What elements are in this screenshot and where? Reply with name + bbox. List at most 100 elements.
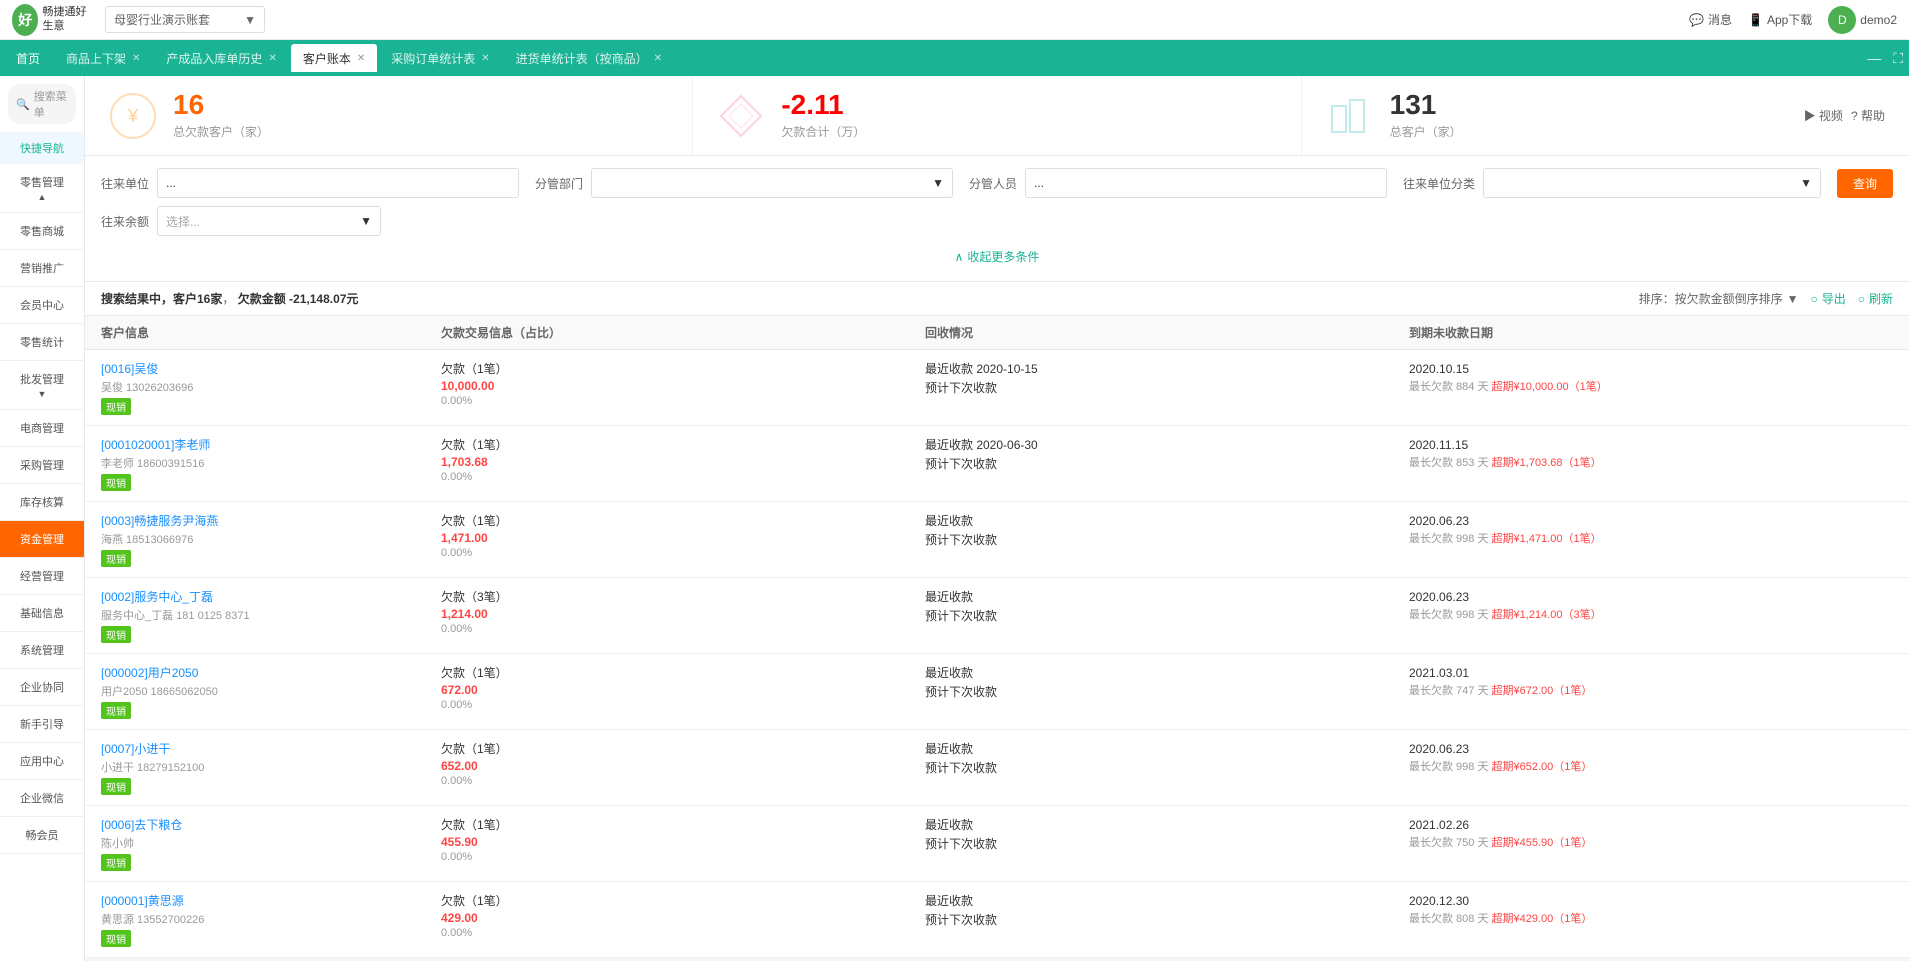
help-button[interactable]: ? 帮助 [1851, 107, 1885, 124]
sidebar-item-system[interactable]: 系统管理 [0, 632, 84, 669]
tab-accounts-close[interactable]: ✕ [357, 53, 365, 64]
sidebar-item-new-guide[interactable]: 新手引导 [0, 706, 84, 743]
sidebar-batch-mgmt-label: 批发管理 [20, 371, 64, 387]
sort-selector[interactable]: 排序：按欠款金额倒序排序 ▼ [1639, 290, 1799, 307]
sidebar-search-box[interactable]: 🔍 搜索菜单 [8, 84, 76, 124]
recent-collection-6: 最近收款 [925, 816, 1409, 835]
search-button[interactable]: 查询 [1837, 169, 1893, 198]
tab-minimize-button[interactable]: — [1865, 48, 1883, 68]
dept-select[interactable]: ▼ [591, 168, 953, 198]
overdue-link-3[interactable]: 超期¥1,214.00（3笔） [1492, 609, 1602, 621]
customer-tag-6: 现销 [101, 854, 131, 871]
customer-name-0[interactable]: [0016]吴俊 [101, 360, 441, 377]
sidebar-enterprise-collab-label: 企业协同 [20, 682, 64, 694]
overdue-link-4[interactable]: 超期¥672.00（1笔） [1492, 685, 1593, 697]
sidebar-search-area: 🔍 搜索菜单 [0, 76, 84, 132]
sidebar-item-enterprise-collab[interactable]: 企业协同 [0, 669, 84, 706]
app-name: 畅捷通好生意 [42, 6, 97, 32]
app-selector[interactable]: 母婴行业演示账套 ▼ [105, 6, 265, 33]
stat-label-1: 总欠款客户（家） [173, 123, 269, 140]
overdue-days-2: 最长欠款 998 天 超期¥1,471.00（1笔） [1409, 531, 1893, 549]
person-input[interactable]: ... [1025, 168, 1387, 198]
view-button[interactable]: ▶ 视频 [1804, 107, 1843, 124]
customer-name-1[interactable]: [0001020001]李老师 [101, 436, 441, 453]
overdue-days-3: 最长欠款 998 天 超期¥1,214.00（3笔） [1409, 607, 1893, 625]
app-download-button[interactable]: 📱 App下载 [1748, 11, 1812, 28]
message-button[interactable]: 💬 消息 [1689, 11, 1732, 28]
sidebar-item-purchase-mgmt[interactable]: 采购管理 [0, 447, 84, 484]
overdue-link-5[interactable]: 超期¥652.00（1笔） [1492, 761, 1593, 773]
sidebar-member-vip-label: 畅会员 [26, 830, 59, 842]
customer-name-6[interactable]: [0006]去下粮仓 [101, 816, 441, 833]
message-icon: 💬 [1689, 13, 1704, 27]
tab-products[interactable]: 商品上下架 ✕ [54, 44, 152, 72]
collection-info-3: 最近收款 预计下次收款 [925, 588, 1409, 626]
sidebar-item-member[interactable]: 会员中心 [0, 287, 84, 324]
sidebar-item-enterprise-wx[interactable]: 企业微信 [0, 780, 84, 817]
tab-history[interactable]: 产成品入库单历史 ✕ [154, 44, 288, 72]
stat-value-1: 16 [173, 91, 269, 119]
sidebar-operations-label: 经营管理 [20, 571, 64, 583]
user-area[interactable]: D demo2 [1828, 6, 1897, 34]
source-unit-input[interactable]: ... [157, 168, 519, 198]
tab-products-close[interactable]: ✕ [132, 53, 140, 64]
sidebar-item-app-center[interactable]: 应用中心 [0, 743, 84, 780]
overdue-link-6[interactable]: 超期¥455.90（1笔） [1492, 837, 1593, 849]
sidebar-item-retail-store[interactable]: 零售商城 [0, 213, 84, 250]
dept-arrow: ▼ [932, 176, 944, 190]
sidebar-quick-nav[interactable]: 快捷导航 [0, 132, 84, 164]
tab-inventory[interactable]: 进货单统计表（按商品） ✕ [504, 44, 674, 72]
tab-purchase[interactable]: 采购订单统计表 ✕ [379, 44, 501, 72]
top-right: 💬 消息 📱 App下载 D demo2 [1689, 6, 1897, 34]
customer-name-7[interactable]: [000001]黄思源 [101, 892, 441, 909]
collapse-button[interactable]: ∧ 收起更多条件 [101, 244, 1893, 269]
overdue-link-0[interactable]: 超期¥10,000.00（1笔） [1492, 381, 1608, 393]
sidebar-item-inventory-check[interactable]: 库存核算 [0, 484, 84, 521]
stat-info-3: 131 总客户（家） [1390, 91, 1462, 140]
sidebar-item-basic-info[interactable]: 基础信息 [0, 595, 84, 632]
sidebar-retail-store-label: 零售商城 [20, 226, 64, 238]
table-row: [0006]去下粮仓 陈小帅 现销 欠款（1笔） 455.90 0.00% 最近… [85, 806, 1909, 882]
sidebar-item-member-vip[interactable]: 畅会员 [0, 817, 84, 854]
table-row: [0016]吴俊 吴俊 13026203696 现销 欠款（1笔） 10,000… [85, 350, 1909, 426]
customer-name-4[interactable]: [000002]用户2050 [101, 664, 441, 681]
overdue-link-7[interactable]: 超期¥429.00（1笔） [1492, 913, 1593, 925]
sidebar-item-operations[interactable]: 经营管理 [0, 558, 84, 595]
overdue-link-1[interactable]: 超期¥1,703.68（1笔） [1492, 457, 1602, 469]
refresh-button[interactable]: ○ 刷新 [1858, 290, 1893, 307]
sidebar-item-ecommerce[interactable]: 电商管理 [0, 410, 84, 447]
tab-purchase-close[interactable]: ✕ [481, 53, 489, 64]
customer-name-2[interactable]: [0003]畅捷服务尹海燕 [101, 512, 441, 529]
tab-accounts[interactable]: 客户账本 ✕ [291, 44, 377, 72]
sidebar-item-batch-mgmt[interactable]: 批发管理 ▼ [0, 361, 84, 410]
export-button[interactable]: ○ 导出 [1810, 290, 1845, 307]
due-info-4: 2021.03.01 最长欠款 747 天 超期¥672.00（1笔） [1409, 664, 1893, 701]
customer-name-5[interactable]: [0007]小进干 [101, 740, 441, 757]
customer-sub-6: 陈小帅 [101, 835, 441, 851]
customer-name-3[interactable]: [0002]服务中心_丁磊 [101, 588, 441, 605]
industry-label: 母婴行业演示账套 [114, 11, 210, 28]
collapse-label: 收起更多条件 [967, 248, 1039, 265]
balance-select[interactable]: 选择... ▼ [157, 206, 381, 236]
tab-maximize-button[interactable]: ⛶ [1891, 48, 1905, 69]
sidebar-item-retail-mgmt[interactable]: 零售管理 ▲ [0, 164, 84, 213]
debt-amount-0: 10,000.00 [441, 379, 925, 393]
unit-type-select[interactable]: ▼ [1483, 168, 1821, 198]
debt-count-0: 欠款（1笔） [441, 360, 925, 377]
tab-products-label: 商品上下架 [66, 50, 126, 67]
sidebar-item-retail-stats[interactable]: 零售统计 [0, 324, 84, 361]
collapse-icon: ∧ [955, 250, 964, 264]
next-collection-4: 预计下次收款 [925, 683, 1409, 702]
due-date-1: 2020.11.15 [1409, 436, 1893, 455]
customer-sub-3: 服务中心_丁磊 181 0125 8371 [101, 607, 441, 623]
tab-inventory-close[interactable]: ✕ [654, 53, 662, 64]
tab-history-close[interactable]: ✕ [268, 53, 276, 64]
sidebar-item-finance[interactable]: 资金管理 [0, 521, 84, 558]
filter-unit-type: 往来单位分类 ▼ [1403, 168, 1821, 198]
due-date-2: 2020.06.23 [1409, 512, 1893, 531]
overdue-link-2[interactable]: 超期¥1,471.00（1笔） [1492, 533, 1602, 545]
tab-home[interactable]: 首页 [4, 44, 52, 72]
sidebar-item-marketing[interactable]: 营销推广 [0, 250, 84, 287]
dept-label: 分管部门 [535, 175, 583, 192]
debt-percent-0: 0.00% [441, 395, 925, 407]
